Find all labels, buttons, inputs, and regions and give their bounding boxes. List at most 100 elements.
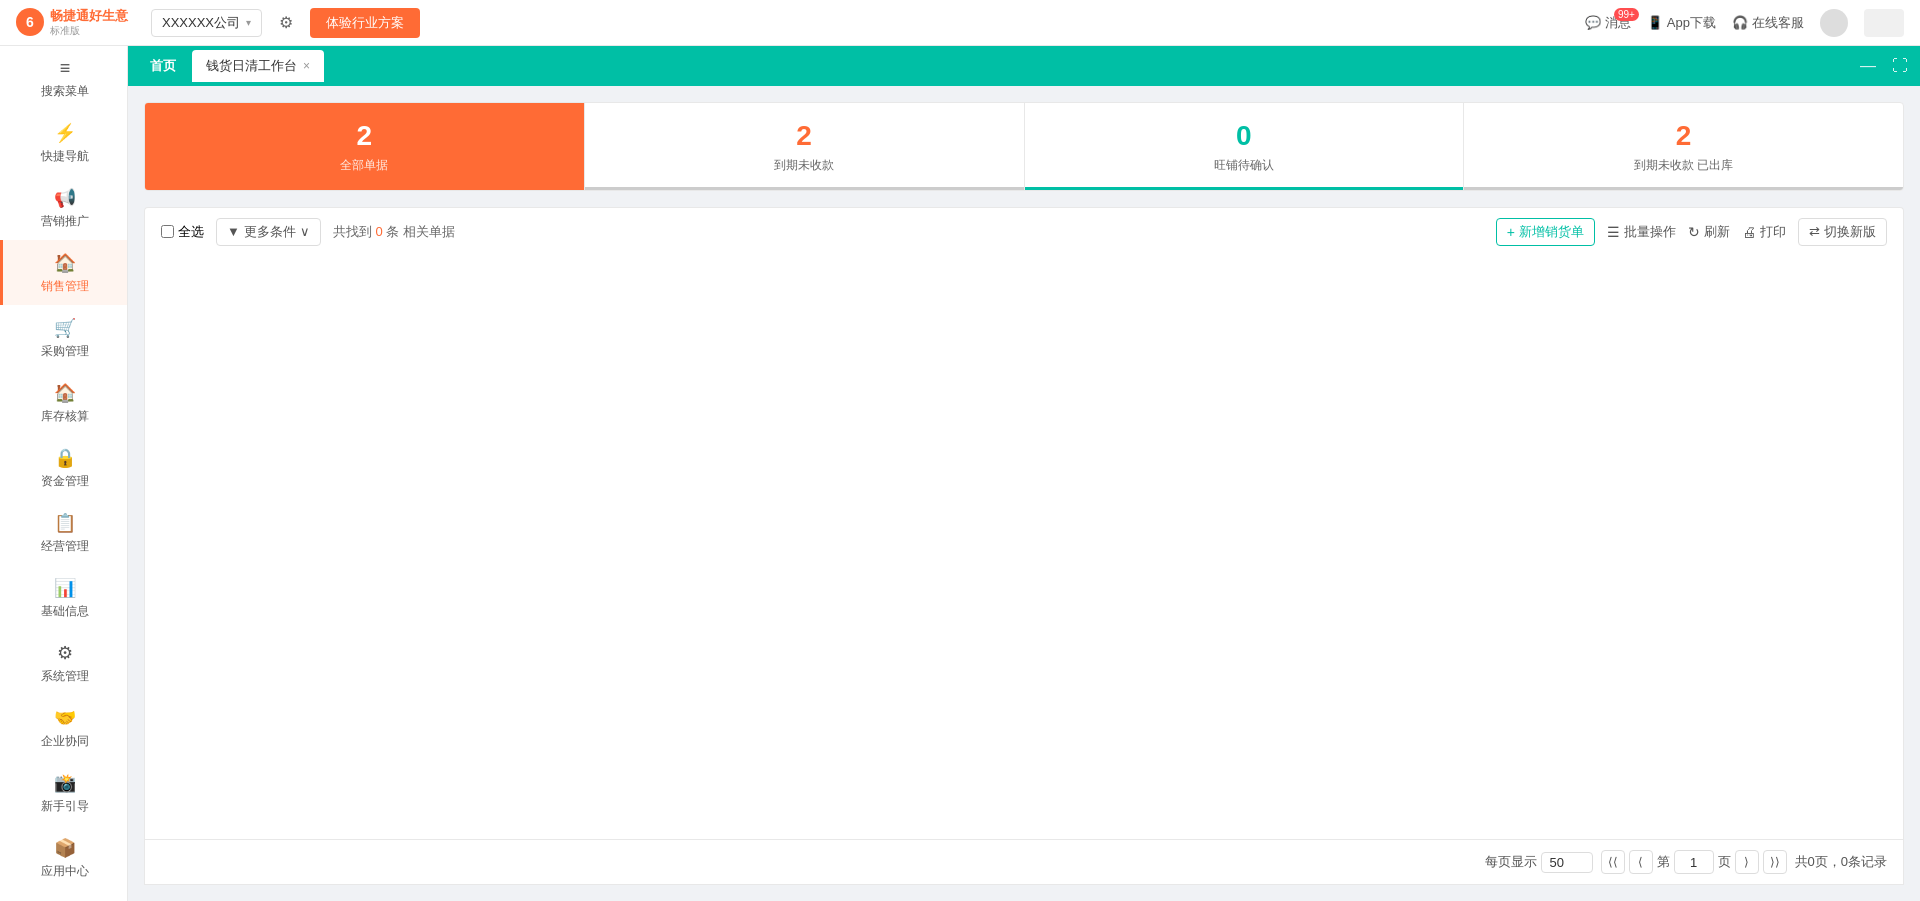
logo-text: 畅捷通好生意 标准版 [50,8,128,38]
sidebar-item-enterprise[interactable]: 🤝 企业协同 [0,695,127,760]
quick-nav-icon: ⚡ [54,122,76,144]
chevron-filter-icon: ∨ [300,224,310,239]
sidebar-item-system[interactable]: ⚙ 系统管理 [0,630,127,695]
guide-icon: 📸 [54,772,76,794]
tab-minimize-button[interactable]: — [1856,53,1880,79]
sidebar-item-purchase[interactable]: 🛒 采购管理 [0,305,127,370]
switch-new-version-button[interactable]: ⇄ 切换新版 [1798,218,1887,246]
sidebar-item-operations[interactable]: 📋 经营管理 [0,500,127,565]
purchase-icon: 🛒 [54,317,76,339]
tab-maximize-button[interactable]: ⛶ [1888,53,1912,79]
stat-card-wangpu[interactable]: 0 旺铺待确认 [1025,103,1465,190]
toolbar-right: + 新增销货单 ☰ 批量操作 ↻ 刷新 🖨 打印 [1496,218,1887,246]
prev-page-button[interactable]: ⟨ [1629,850,1653,874]
select-all-input[interactable] [161,225,174,238]
print-icon: 🖨 [1742,224,1756,240]
online-service-button[interactable]: 🎧 在线客服 [1732,14,1804,32]
app-center-icon: 📦 [54,837,76,859]
next-page-button[interactable]: ⟩ [1735,850,1759,874]
stat-number-overdue: 2 [605,119,1004,153]
logo-icon: 6 [16,8,44,36]
more-filter-button[interactable]: ▼ 更多条件 ∨ [216,218,321,246]
tab-active[interactable]: 钱货日清工作台 × [192,50,324,82]
search-menu-icon: ≡ [60,58,71,79]
total-info: 共0页，0条记录 [1795,853,1887,871]
page-number-input[interactable] [1674,850,1714,874]
refresh-button[interactable]: ↻ 刷新 [1688,223,1730,241]
print-button[interactable]: 🖨 打印 [1742,223,1786,241]
header-right: 💬 消息 99+ 📱 App下载 🎧 在线客服 [1585,9,1904,37]
sidebar-item-search-menu[interactable]: ≡ 搜索菜单 [0,46,127,110]
user-avatar[interactable] [1820,9,1848,37]
main-layout: ≡ 搜索菜单 ⚡ 快捷导航 📢 营销推广 🏠 销售管理 🛒 采购管理 🏠 库存核… [0,46,1920,901]
message-icon: 💬 [1585,15,1601,30]
page-size-dropdown[interactable]: 10 20 50 100 [1541,852,1593,873]
page-content: 2 全部单据 2 到期未收款 0 旺铺待确认 2 到期未收款 已出库 [128,86,1920,901]
trial-button[interactable]: 体验行业方案 [310,8,420,38]
phone-icon: 📱 [1647,15,1663,30]
logo-area: 6 畅捷通好生意 标准版 [16,8,141,38]
page-size-selector: 每页显示 10 20 50 100 [1485,852,1593,873]
content-area: 首页 钱货日清工作台 × — ⛶ 2 全部单据 2 [128,46,1920,901]
marketing-icon: 📢 [54,187,76,209]
sidebar-item-app-center[interactable]: 📦 应用中心 [0,825,127,890]
sidebar-item-quick-nav[interactable]: ⚡ 快捷导航 [0,110,127,175]
sidebar-item-wechat[interactable]: 💬 企业微信 [0,890,127,901]
message-button[interactable]: 💬 消息 99+ [1585,14,1631,32]
pagination: 每页显示 10 20 50 100 ⟨⟨ ⟨ 第 页 ⟩ ⟩⟩ [144,840,1904,885]
basic-info-icon: 📊 [54,577,76,599]
tab-home[interactable]: 首页 [136,50,190,82]
switch-icon: ⇄ [1809,224,1820,239]
last-page-button[interactable]: ⟩⟩ [1763,850,1787,874]
stat-number-wangpu: 0 [1045,119,1444,153]
stat-card-all[interactable]: 2 全部单据 [145,103,585,190]
toolbar: 全选 ▼ 更多条件 ∨ 共找到 0 条 相关单据 [144,207,1904,256]
finance-icon: 🔒 [54,447,76,469]
tab-close-button[interactable]: × [303,59,310,73]
user-menu[interactable] [1864,9,1904,37]
stat-number-shipped: 2 [1484,119,1883,153]
stat-label-overdue: 到期未收款 [605,157,1004,174]
tab-bar: 首页 钱货日清工作台 × — ⛶ [128,46,1920,86]
select-all-checkbox[interactable]: 全选 [161,223,204,241]
company-selector[interactable]: XXXXXX公司 ▾ [151,9,262,37]
sales-icon: 🏠 [54,252,76,274]
found-count: 共找到 0 条 相关单据 [333,223,455,241]
stat-card-overdue[interactable]: 2 到期未收款 [585,103,1025,190]
toolbar-left: 全选 ▼ 更多条件 ∨ 共找到 0 条 相关单据 [161,218,455,246]
settings-button[interactable]: ⚙ [272,9,300,37]
app-download-button[interactable]: 📱 App下载 [1647,14,1716,32]
sidebar-item-sales[interactable]: 🏠 销售管理 [0,240,127,305]
batch-action-button[interactable]: ☰ 批量操作 [1607,223,1676,241]
top-header: 6 畅捷通好生意 标准版 XXXXXX公司 ▾ ⚙ 体验行业方案 💬 消息 99… [0,0,1920,46]
filter-icon: ▼ [227,224,240,239]
stats-row: 2 全部单据 2 到期未收款 0 旺铺待确认 2 到期未收款 已出库 [144,102,1904,191]
sidebar-item-marketing[interactable]: 📢 营销推广 [0,175,127,240]
empty-state [145,256,1903,839]
new-sale-button[interactable]: + 新增销货单 [1496,218,1595,246]
stat-label-shipped: 到期未收款 已出库 [1484,157,1883,174]
chevron-down-icon: ▾ [246,17,251,28]
stat-card-shipped[interactable]: 2 到期未收款 已出库 [1464,103,1903,190]
first-page-button[interactable]: ⟨⟨ [1601,850,1625,874]
inventory-icon: 🏠 [54,382,76,404]
sidebar-item-guide[interactable]: 📸 新手引导 [0,760,127,825]
batch-icon: ☰ [1607,224,1620,240]
page-navigation: ⟨⟨ ⟨ 第 页 ⟩ ⟩⟩ [1601,850,1787,874]
tab-actions: — ⛶ [1856,53,1912,79]
refresh-icon: ↻ [1688,224,1700,240]
header-left: 6 畅捷通好生意 标准版 XXXXXX公司 ▾ ⚙ 体验行业方案 [16,8,420,38]
system-icon: ⚙ [57,642,73,664]
stat-label-all: 全部单据 [165,157,564,174]
headset-icon: 🎧 [1732,15,1748,30]
sidebar-item-inventory[interactable]: 🏠 库存核算 [0,370,127,435]
sidebar: ≡ 搜索菜单 ⚡ 快捷导航 📢 营销推广 🏠 销售管理 🛒 采购管理 🏠 库存核… [0,46,128,901]
enterprise-icon: 🤝 [54,707,76,729]
sidebar-item-basic-info[interactable]: 📊 基础信息 [0,565,127,630]
sidebar-item-finance[interactable]: 🔒 资金管理 [0,435,127,500]
stat-label-wangpu: 旺铺待确认 [1045,157,1444,174]
operations-icon: 📋 [54,512,76,534]
plus-icon: + [1507,224,1515,240]
stat-number-all: 2 [165,119,564,153]
message-badge: 99+ [1614,8,1639,21]
